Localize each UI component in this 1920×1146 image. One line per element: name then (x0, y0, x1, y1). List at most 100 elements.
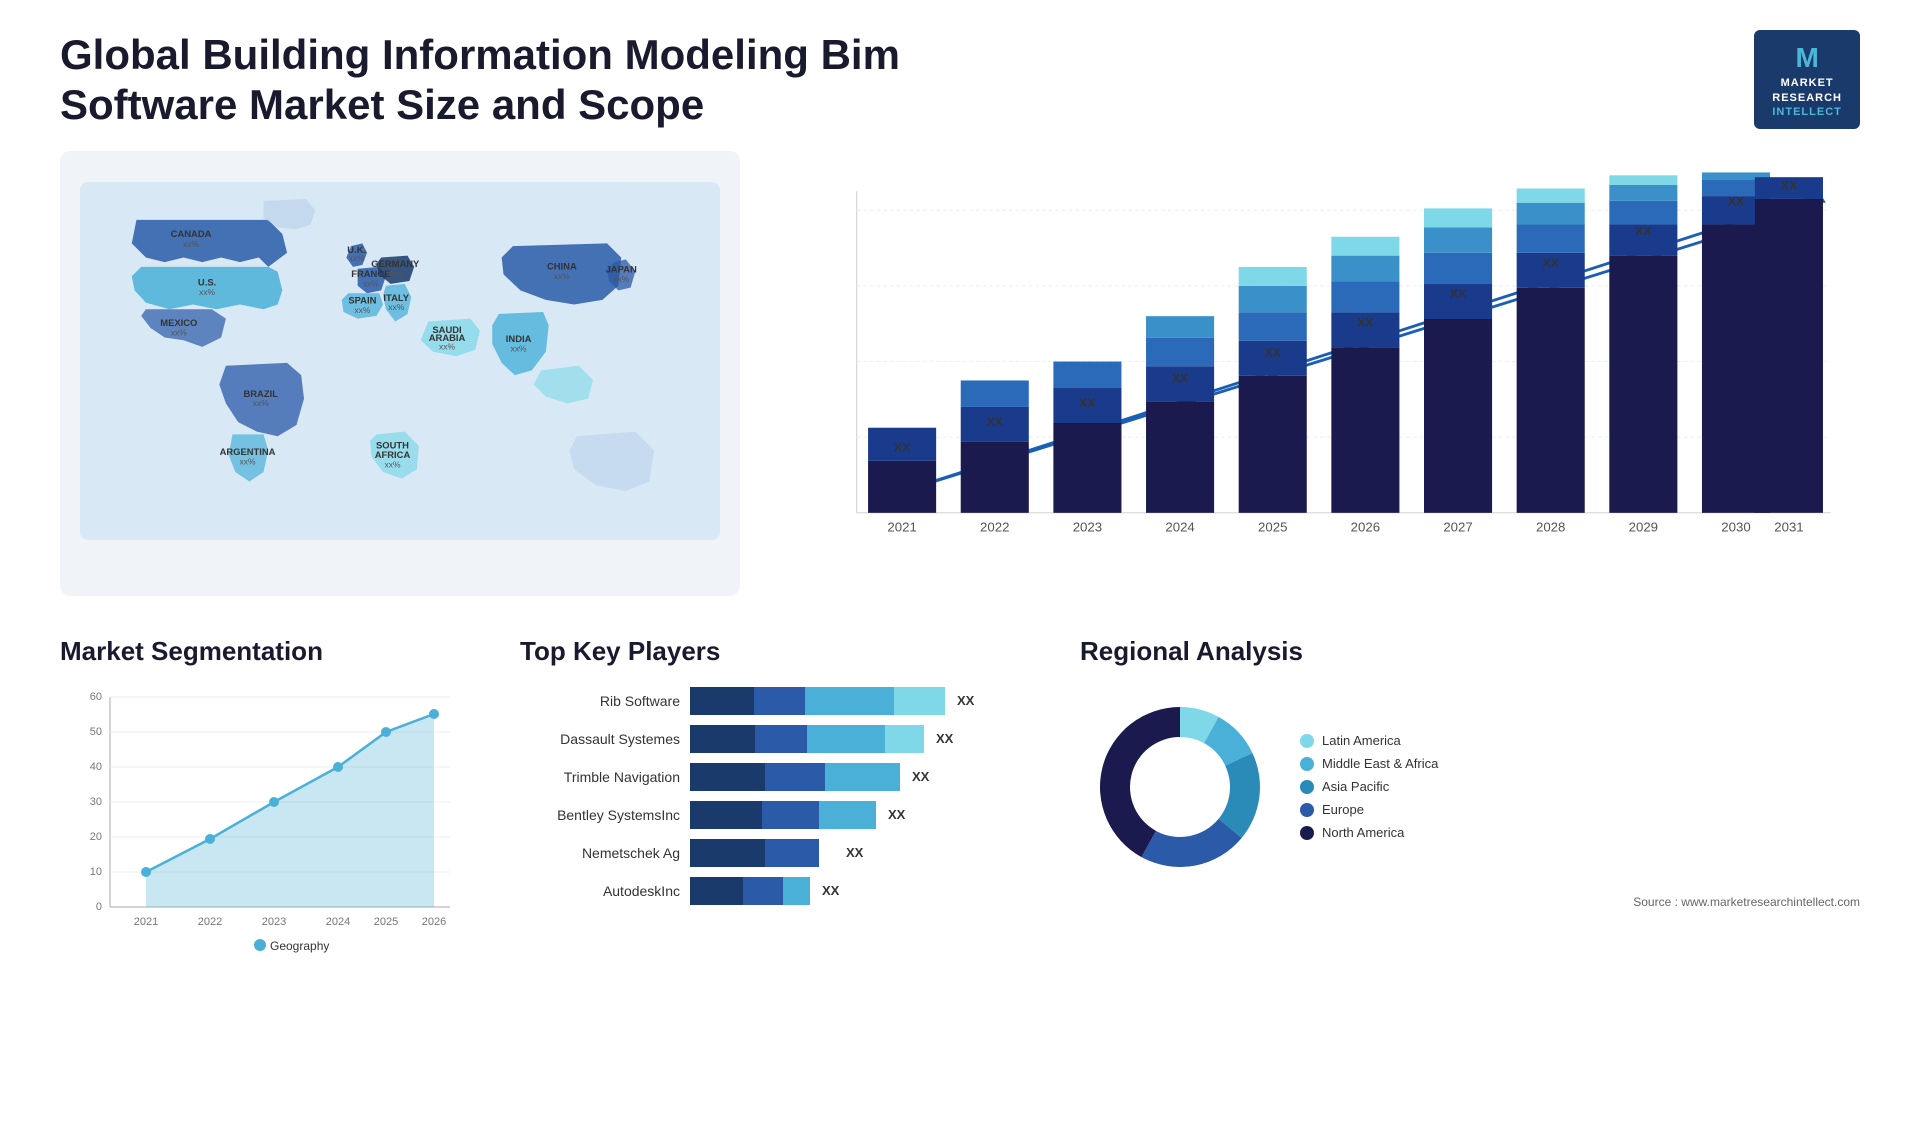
player-bar-segment (885, 725, 924, 753)
svg-text:XX: XX (987, 415, 1004, 429)
player-value-label: XX (846, 845, 863, 860)
player-bar-segment (690, 763, 765, 791)
svg-text:BRAZIL: BRAZIL (243, 388, 278, 399)
svg-text:2025: 2025 (1258, 520, 1287, 535)
svg-text:xx%: xx% (349, 253, 365, 263)
bottom-section: Market Segmentation 0 10 20 30 40 50 6 (60, 636, 1860, 962)
player-bar (690, 687, 945, 715)
player-bar-segment (825, 763, 900, 791)
world-map-svg: CANADA xx% U.S. xx% MEXICO xx% BRAZIL xx… (80, 171, 720, 551)
legend-color (1300, 826, 1314, 840)
player-bar (690, 839, 834, 867)
player-bar-segment (690, 839, 765, 867)
player-bar (690, 725, 924, 753)
legend-label: Middle East & Africa (1322, 756, 1438, 771)
svg-text:JAPAN: JAPAN (606, 263, 637, 274)
svg-text:SPAIN: SPAIN (348, 294, 376, 305)
svg-text:AFRICA: AFRICA (375, 449, 411, 460)
svg-text:2022: 2022 (980, 520, 1009, 535)
svg-text:2027: 2027 (1443, 520, 1472, 535)
segment-title: Market Segmentation (60, 636, 480, 667)
svg-text:10: 10 (90, 866, 102, 878)
player-name: Dassault Systemes (520, 731, 680, 747)
player-bar-wrap: XX (690, 801, 1040, 829)
svg-text:XX: XX (1265, 346, 1282, 360)
legend-item: Latin America (1300, 733, 1438, 748)
trend-chart-svg: XX 2021 XX 2022 XX 2023 XX (800, 161, 1840, 581)
player-bar-segment (754, 687, 805, 715)
legend-label: North America (1322, 825, 1404, 840)
player-bar-segment (894, 687, 945, 715)
regional-container: Regional Analysis Latin America Middle Ea… (1080, 636, 1860, 909)
logo-letter: M (1772, 40, 1842, 76)
legend-item: Europe (1300, 802, 1438, 817)
player-row: Trimble NavigationXX (520, 763, 1040, 791)
svg-text:Geography: Geography (270, 939, 329, 953)
svg-text:xx%: xx% (199, 287, 215, 297)
svg-text:2021: 2021 (887, 520, 916, 535)
legend-color (1300, 757, 1314, 771)
svg-text:ARGENTINA: ARGENTINA (220, 446, 276, 457)
player-bar-wrap: XX (690, 877, 1040, 905)
svg-text:XX: XX (1781, 178, 1798, 192)
key-players-container: Top Key Players Rib SoftwareXXDassault S… (520, 636, 1040, 915)
legend-item: Middle East & Africa (1300, 756, 1438, 771)
svg-text:2031: 2031 (1774, 520, 1803, 535)
player-value-label: XX (822, 883, 839, 898)
player-row: Nemetschek AgXX (520, 839, 1040, 867)
player-bar-segment (805, 687, 894, 715)
svg-text:xx%: xx% (384, 459, 400, 469)
legend-color (1300, 780, 1314, 794)
source-text: Source : www.marketresearchintellect.com (1080, 895, 1860, 909)
svg-text:0: 0 (96, 901, 102, 913)
svg-text:XX: XX (1450, 286, 1467, 300)
player-bar (690, 801, 876, 829)
svg-text:XX: XX (1542, 256, 1559, 270)
player-value-label: XX (912, 769, 929, 784)
svg-text:2024: 2024 (326, 916, 350, 928)
player-bar-segment (819, 801, 876, 829)
player-bar-wrap: XX (690, 763, 1040, 791)
player-row: Rib SoftwareXX (520, 687, 1040, 715)
svg-text:xx%: xx% (613, 274, 629, 284)
svg-text:xx%: xx% (388, 302, 404, 312)
player-row: Bentley SystemsIncXX (520, 801, 1040, 829)
donut-segment (1141, 819, 1241, 867)
svg-text:2028: 2028 (1536, 520, 1565, 535)
map-container: CANADA xx% U.S. xx% MEXICO xx% BRAZIL xx… (60, 151, 740, 596)
player-bar-segment (783, 877, 810, 905)
player-bar-wrap: XX (690, 687, 1040, 715)
svg-text:XX: XX (1172, 371, 1189, 385)
svg-text:2030: 2030 (1721, 520, 1750, 535)
logo-line2: RESEARCH (1772, 91, 1842, 105)
legend-item: North America (1300, 825, 1438, 840)
svg-text:2026: 2026 (1351, 520, 1380, 535)
svg-text:xx%: xx% (354, 305, 370, 315)
svg-text:XX: XX (1079, 396, 1096, 410)
svg-text:2026: 2026 (422, 916, 446, 928)
regional-title: Regional Analysis (1080, 636, 1860, 667)
legend-color (1300, 803, 1314, 817)
donut-wrap: Latin AmericaMiddle East & AfricaAsia Pa… (1080, 687, 1860, 887)
svg-text:xx%: xx% (240, 456, 256, 466)
player-bar-segment (807, 725, 885, 753)
top-section: CANADA xx% U.S. xx% MEXICO xx% BRAZIL xx… (60, 151, 1860, 596)
player-bar (690, 877, 810, 905)
svg-text:CHINA: CHINA (547, 260, 577, 271)
svg-text:INDIA: INDIA (506, 333, 532, 344)
player-row: Dassault SystemesXX (520, 725, 1040, 753)
svg-text:50: 50 (90, 726, 102, 738)
svg-text:2023: 2023 (1073, 520, 1102, 535)
svg-text:XX: XX (1635, 224, 1652, 238)
logo-line3: INTELLECT (1772, 105, 1842, 119)
svg-text:30: 30 (90, 796, 102, 808)
logo-line1: MARKET (1772, 76, 1842, 90)
svg-text:xx%: xx% (554, 271, 570, 281)
player-row: AutodeskInc XX (520, 877, 1040, 905)
segmentation-chart: 0 10 20 30 40 50 60 2021 2022 2023 2024 … (60, 687, 460, 957)
svg-text:2023: 2023 (262, 916, 286, 928)
segment-container: Market Segmentation 0 10 20 30 40 50 6 (60, 636, 480, 962)
svg-text:U.S.: U.S. (198, 276, 216, 287)
player-bar-segment (755, 725, 807, 753)
player-name: AutodeskInc (520, 883, 680, 899)
